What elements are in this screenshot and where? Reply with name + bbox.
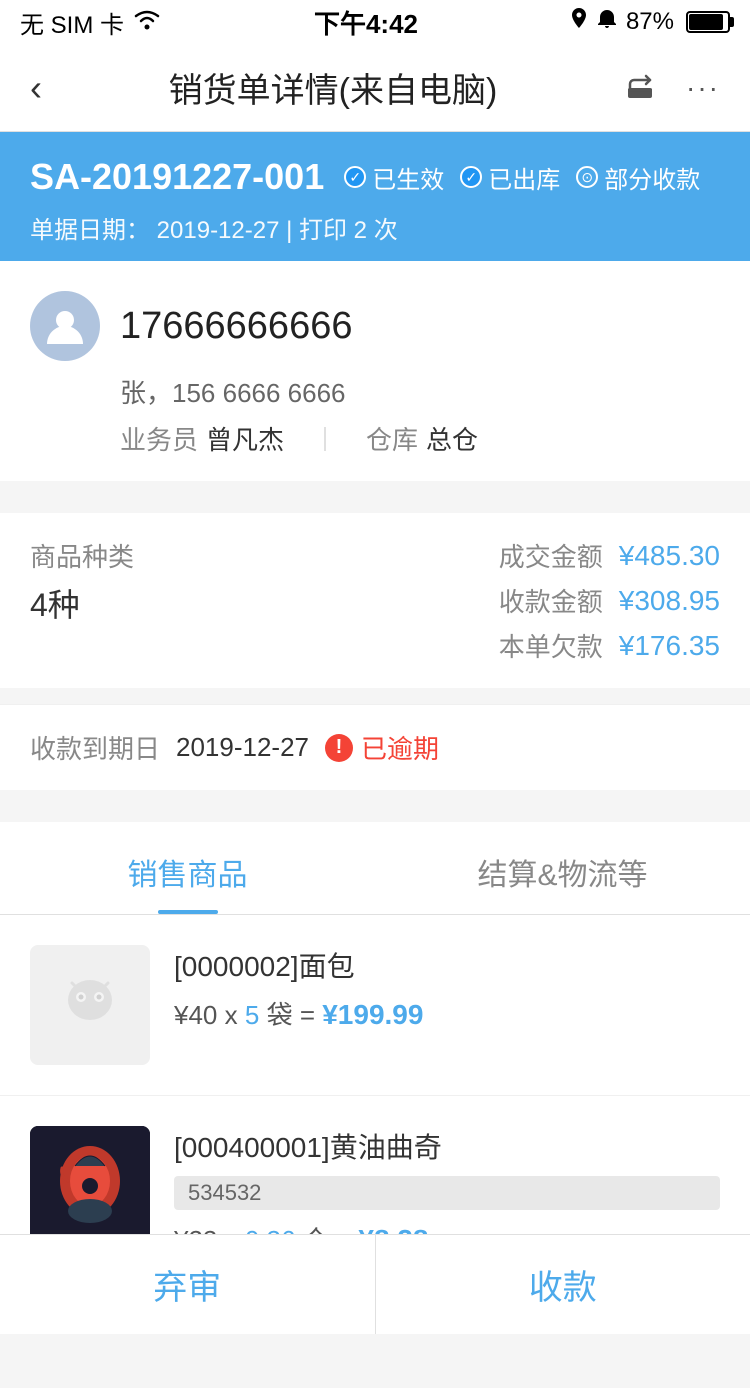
status-text-1: 已生效 (372, 160, 444, 195)
received-amount-value: ¥308.95 (619, 585, 720, 617)
product-thumb-owl (50, 965, 130, 1045)
order-number-row: SA-20191227-001 ✓ 已生效 ✓ 已出库 ⊙ 部分收款 (30, 156, 720, 198)
separator-1 (0, 481, 750, 497)
status-bar-left: 无 SIM 卡 (20, 5, 162, 40)
status-badge-effective: ✓ 已生效 (344, 160, 444, 195)
back-button[interactable]: ‹ (30, 67, 42, 109)
tabs-section: 销售商品 结算&物流等 (0, 822, 750, 915)
tab-underline (158, 910, 218, 914)
alarm-icon (596, 8, 618, 37)
product-thumb-1 (30, 945, 150, 1065)
product-info-1: [0000002]面包 ¥40 x 5 袋 = ¥199.99 (174, 945, 720, 1032)
nav-bar: ‹ 销货单详情(来自电脑) ··· (0, 44, 750, 132)
deal-amount-row: 成交金额 ¥485.30 (499, 537, 720, 574)
warehouse-label: 仓库 (366, 420, 418, 457)
product-qty-1: 5 (245, 1000, 259, 1030)
product-eq-1: = (300, 1000, 322, 1030)
tab-sales-products-label: 销售商品 (128, 859, 248, 892)
salesperson-label: 业务员 (120, 420, 198, 457)
product-price-1: ¥40 (174, 1000, 217, 1030)
separator-2 (0, 790, 750, 806)
deal-amount-label: 成交金额 (499, 537, 603, 574)
status-badge-partial: ⊙ 部分收款 (576, 160, 700, 195)
product-item: [0000002]面包 ¥40 x 5 袋 = ¥199.99 (0, 915, 750, 1096)
customer-name: 17666666666 (120, 305, 352, 348)
overdue-icon: ! (325, 734, 353, 762)
product-code-1: [0000002]面包 (174, 945, 720, 985)
debt-amount-value: ¥176.35 (619, 630, 720, 662)
wifi-icon (132, 8, 162, 37)
print-info: | 打印 2 次 (286, 217, 398, 244)
order-number: SA-20191227-001 (30, 156, 324, 198)
product-thumb-2 (30, 1126, 150, 1246)
customer-section: 17666666666 张，156 6666 6666 业务员 曾凡杰 仓库 总… (0, 261, 750, 481)
product-unit-1: 袋 (267, 1000, 293, 1030)
stats-right: 成交金额 ¥485.30 收款金额 ¥308.95 本单欠款 ¥176.35 (499, 537, 720, 664)
overdue-text: 已逾期 (361, 729, 439, 766)
clock-icon: ⊙ (576, 166, 598, 188)
order-banner: SA-20191227-001 ✓ 已生效 ✓ 已出库 ⊙ 部分收款 单据日期：… (0, 132, 750, 261)
avatar-icon (43, 304, 87, 348)
stats-row: 商品种类 4种 成交金额 ¥485.30 收款金额 ¥308.95 本单欠款 ¥… (30, 537, 720, 664)
battery-icon (686, 11, 730, 33)
nav-right-actions: ··· (624, 68, 720, 108)
received-amount-label: 收款金额 (499, 582, 603, 619)
check-icon-2: ✓ (460, 166, 482, 188)
check-icon-1: ✓ (344, 166, 366, 188)
order-meta: 单据日期： 2019-12-27 | 打印 2 次 (30, 210, 720, 245)
doc-date-label: 单据日期： (30, 217, 150, 244)
share-button[interactable] (624, 68, 656, 108)
product-price-mult-1: x (225, 1000, 245, 1030)
abandon-button[interactable]: 弃审 (0, 1235, 376, 1334)
due-section: 收款到期日 2019-12-27 ! 已逾期 (0, 704, 750, 790)
salesperson-value: 曾凡杰 (206, 420, 284, 457)
status-badge-shipped: ✓ 已出库 (460, 160, 560, 195)
deal-amount-value: ¥485.30 (619, 540, 720, 572)
status-bar-right: 87% (570, 8, 730, 37)
collect-button[interactable]: 收款 (376, 1235, 750, 1334)
debt-amount-label: 本单欠款 (499, 627, 603, 664)
product-image-2 (30, 1126, 150, 1246)
product-batch-2: 534532 (174, 1176, 720, 1210)
stats-section: 商品种类 4种 成交金额 ¥485.30 收款金额 ¥308.95 本单欠款 ¥… (0, 513, 750, 688)
battery-percentage: 87% (626, 8, 674, 36)
customer-contact: 张，156 6666 6666 (120, 373, 720, 410)
bottom-bar: 弃审 收款 (0, 1234, 750, 1334)
status-bar: 无 SIM 卡 下午4:42 87% (0, 0, 750, 44)
product-placeholder-icon (50, 965, 130, 1045)
location-icon (570, 8, 588, 37)
overdue-badge: ! 已逾期 (325, 729, 439, 766)
customer-avatar (30, 291, 100, 361)
products-section: [0000002]面包 ¥40 x 5 袋 = ¥199.99 (0, 915, 750, 1288)
due-date-label: 收款到期日 (30, 729, 160, 766)
doc-date-value: 2019-12-27 (157, 217, 280, 244)
info-divider (324, 427, 326, 451)
product-price-row-1: ¥40 x 5 袋 = ¥199.99 (174, 995, 720, 1032)
warehouse-value: 总仓 (426, 420, 478, 457)
carrier-text: 无 SIM 卡 (20, 5, 124, 40)
customer-row: 17666666666 (30, 291, 720, 361)
status-text-2: 已出库 (488, 160, 560, 195)
received-amount-row: 收款金额 ¥308.95 (499, 582, 720, 619)
tab-settlement-label: 结算&物流等 (477, 859, 647, 892)
product-types-label: 商品种类 (30, 537, 134, 574)
status-bar-time: 下午4:42 (314, 4, 418, 41)
product-code-2: [000400001]黄油曲奇 (174, 1126, 720, 1166)
due-date-value: 2019-12-27 (176, 732, 309, 763)
product-total-1: ¥199.99 (322, 999, 423, 1030)
customer-info-row: 业务员 曾凡杰 仓库 总仓 (120, 420, 720, 457)
status-badges: ✓ 已生效 ✓ 已出库 ⊙ 部分收款 (344, 160, 700, 195)
status-text-3: 部分收款 (604, 160, 700, 195)
tab-settlement[interactable]: 结算&物流等 (375, 822, 750, 914)
more-button[interactable]: ··· (686, 72, 720, 104)
debt-amount-row: 本单欠款 ¥176.35 (499, 627, 720, 664)
page-title: 销货单详情(来自电脑) (169, 63, 498, 112)
tab-sales-products[interactable]: 销售商品 (0, 822, 375, 914)
stats-left: 商品种类 4种 (30, 537, 134, 626)
product-types-value: 4种 (30, 580, 134, 626)
